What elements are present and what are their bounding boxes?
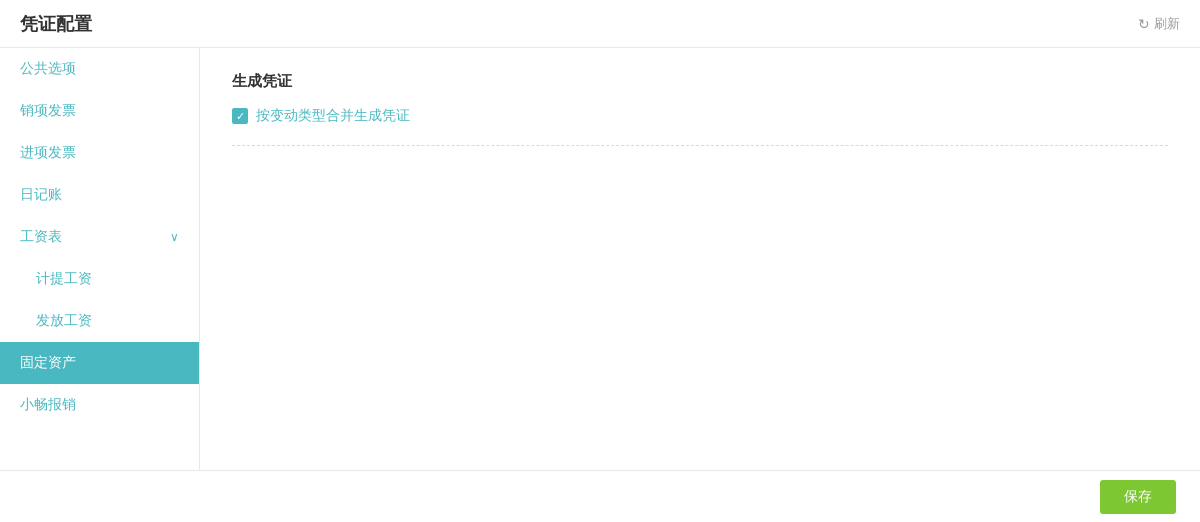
sidebar-item-label: 进项发票 bbox=[20, 144, 76, 162]
sidebar-item-payroll-accrual[interactable]: 计提工资 bbox=[0, 258, 199, 300]
refresh-label: 刷新 bbox=[1154, 15, 1180, 33]
sidebar-item-purchase-invoice[interactable]: 进项发票 bbox=[0, 132, 199, 174]
merge-checkbox[interactable]: ✓ bbox=[232, 108, 248, 124]
sidebar-item-label: 小畅报销 bbox=[20, 396, 76, 414]
save-button[interactable]: 保存 bbox=[1100, 480, 1176, 514]
sidebar-item-label: 发放工资 bbox=[36, 312, 92, 330]
section-title: 生成凭证 bbox=[232, 72, 1168, 91]
sidebar-item-payroll-disbursement[interactable]: 发放工资 bbox=[0, 300, 199, 342]
page-header: 凭证配置 ↻ 刷新 bbox=[0, 0, 1200, 48]
sidebar-item-label: 日记账 bbox=[20, 186, 62, 204]
refresh-icon: ↻ bbox=[1138, 16, 1150, 32]
sidebar-item-journal[interactable]: 日记账 bbox=[0, 174, 199, 216]
page-title: 凭证配置 bbox=[20, 12, 92, 36]
sidebar-item-label: 工资表 bbox=[20, 228, 62, 246]
page-body: 公共选项销项发票进项发票日记账工资表 ∨ 计提工资发放工资固定资产小畅报销 生成凭证… bbox=[0, 48, 1200, 470]
section-divider bbox=[232, 145, 1168, 146]
sidebar-item-label: 固定资产 bbox=[20, 354, 76, 372]
sidebar-item-sales-invoice[interactable]: 销项发票 bbox=[0, 90, 199, 132]
sidebar: 公共选项销项发票进项发票日记账工资表 ∨ 计提工资发放工资固定资产小畅报销 bbox=[0, 48, 200, 470]
sidebar-item-petty-expense[interactable]: 小畅报销 bbox=[0, 384, 199, 426]
chevron-down-icon: ∨ bbox=[170, 230, 179, 244]
sidebar-item-payroll-table[interactable]: 工资表 ∨ bbox=[0, 216, 199, 258]
sidebar-item-label: 计提工资 bbox=[36, 270, 92, 288]
sidebar-item-label: 公共选项 bbox=[20, 60, 76, 78]
main-content: 生成凭证 ✓ 按变动类型合并生成凭证 bbox=[200, 48, 1200, 470]
sidebar-item-label: 销项发票 bbox=[20, 102, 76, 120]
merge-checkbox-label: 按变动类型合并生成凭证 bbox=[256, 107, 410, 125]
sidebar-item-public-options[interactable]: 公共选项 bbox=[0, 48, 199, 90]
check-icon: ✓ bbox=[236, 111, 245, 122]
sidebar-item-fixed-assets[interactable]: 固定资产 bbox=[0, 342, 199, 384]
refresh-button[interactable]: ↻ 刷新 bbox=[1138, 15, 1180, 33]
merge-voucher-option[interactable]: ✓ 按变动类型合并生成凭证 bbox=[232, 107, 1168, 125]
page-footer: 保存 bbox=[0, 470, 1200, 522]
